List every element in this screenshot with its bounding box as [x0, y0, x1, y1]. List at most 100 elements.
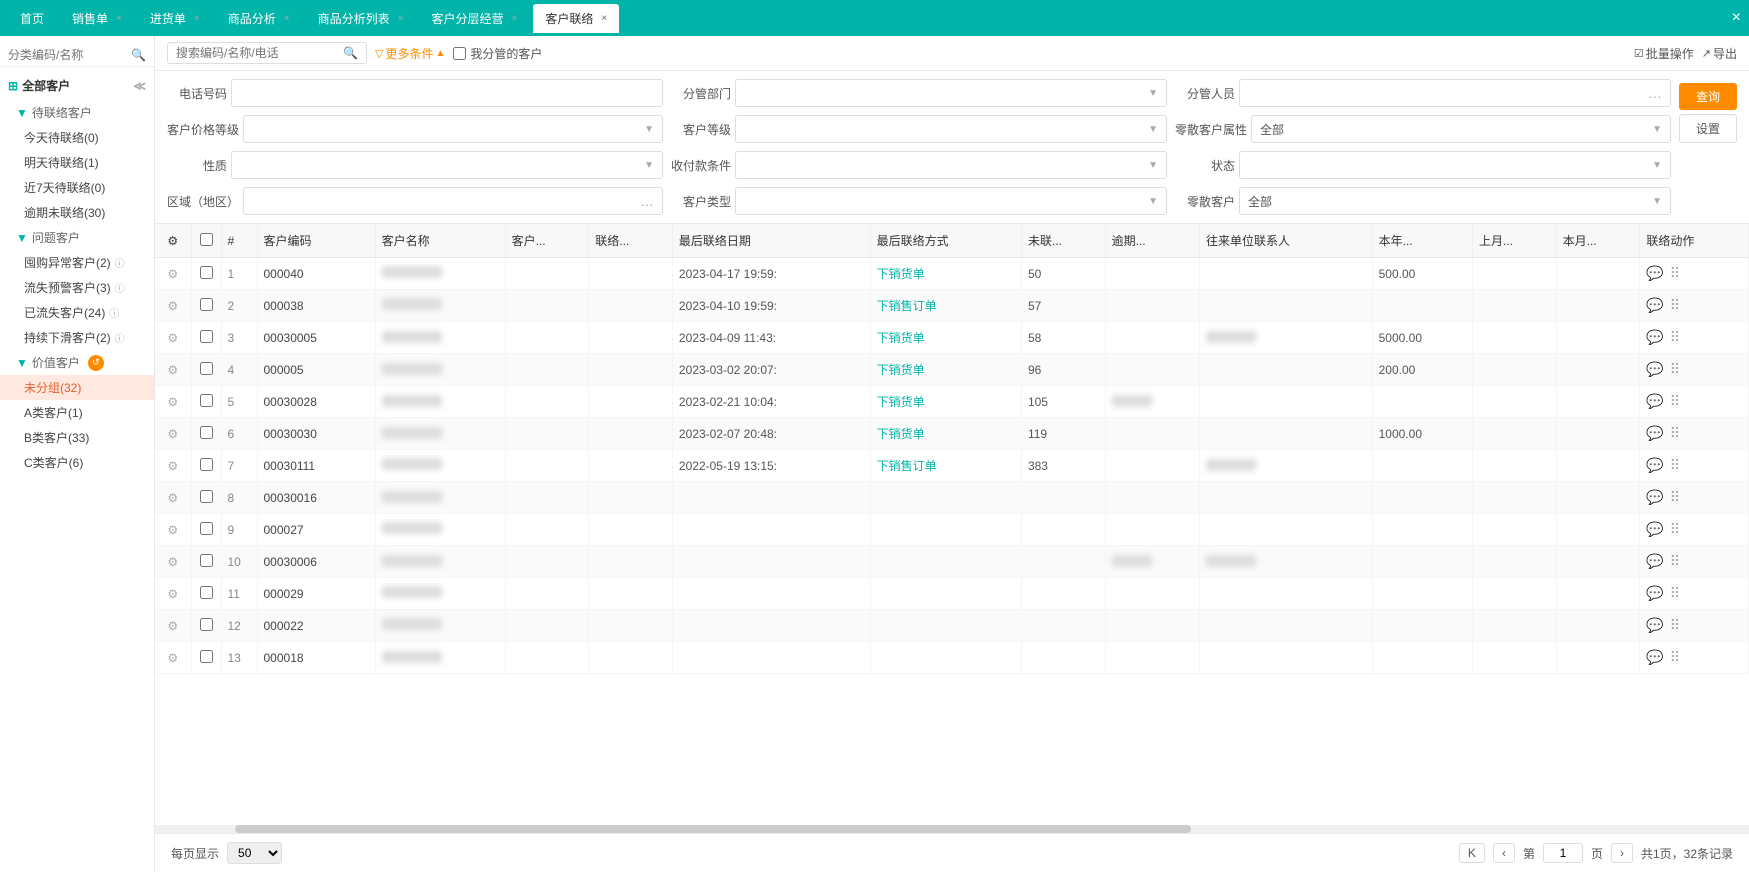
- td-settings[interactable]: ⚙: [155, 418, 191, 450]
- row-checkbox[interactable]: [200, 490, 213, 503]
- td-action[interactable]: 💬 ⠿: [1640, 258, 1749, 290]
- phone-input[interactable]: [231, 79, 663, 107]
- my-customers-checkbox[interactable]: 我分管的客户: [453, 45, 542, 62]
- more-icon[interactable]: ⠿: [1670, 649, 1680, 666]
- search-icon[interactable]: 🔍: [343, 46, 358, 60]
- sidebar-item-b-class[interactable]: B类客户(33): [0, 425, 154, 450]
- td-checkbox[interactable]: [191, 642, 221, 674]
- search-button[interactable]: 查询: [1679, 83, 1737, 110]
- row-checkbox[interactable]: [200, 298, 213, 311]
- contact-icon[interactable]: 💬: [1646, 521, 1663, 538]
- td-action[interactable]: 💬 ⠿: [1640, 578, 1749, 610]
- customer-level-select[interactable]: ▼: [735, 115, 1167, 143]
- sidebar-search-icon[interactable]: 🔍: [131, 48, 146, 62]
- nav-tab-customer-contact[interactable]: 客户联络 ×: [533, 4, 619, 33]
- td-checkbox[interactable]: [191, 354, 221, 386]
- col-type[interactable]: 客户...: [505, 224, 589, 258]
- nav-tab-customer-mgmt[interactable]: 客户分层经营 ×: [419, 4, 529, 33]
- td-action[interactable]: 💬 ⠿: [1640, 450, 1749, 482]
- more-icon[interactable]: ⠿: [1670, 329, 1680, 346]
- contact-way-link[interactable]: 下销货单: [877, 267, 925, 281]
- td-settings[interactable]: ⚙: [155, 354, 191, 386]
- td-last-contact-way[interactable]: 下销货单: [870, 322, 1021, 354]
- contact-icon[interactable]: 💬: [1646, 393, 1663, 410]
- td-checkbox[interactable]: [191, 610, 221, 642]
- col-checkbox[interactable]: [191, 224, 221, 258]
- td-last-contact-way[interactable]: 下销货单: [870, 258, 1021, 290]
- contact-icon[interactable]: 💬: [1646, 617, 1663, 634]
- sidebar-all-customers[interactable]: ⊞ 全部客户 ≪: [0, 71, 154, 100]
- sidebar-item-today[interactable]: 今天待联络(0): [0, 125, 154, 150]
- nav-tab-analysis-list[interactable]: 商品分析列表 ×: [306, 4, 416, 33]
- contact-way-link[interactable]: 下销货单: [877, 395, 925, 409]
- td-last-contact-way[interactable]: [870, 642, 1021, 674]
- dept-select[interactable]: ▼: [735, 79, 1167, 107]
- manager-select[interactable]: …: [1239, 79, 1671, 107]
- close-tab-customer-contact[interactable]: ×: [601, 13, 607, 24]
- customer-type-select[interactable]: ▼: [735, 187, 1167, 215]
- more-icon[interactable]: ⠿: [1670, 393, 1680, 410]
- row-checkbox[interactable]: [200, 362, 213, 375]
- td-checkbox[interactable]: [191, 258, 221, 290]
- horizontal-scrollbar[interactable]: [155, 825, 1749, 833]
- td-checkbox[interactable]: [191, 482, 221, 514]
- td-action[interactable]: 💬 ⠿: [1640, 386, 1749, 418]
- td-checkbox[interactable]: [191, 290, 221, 322]
- td-settings[interactable]: ⚙: [155, 642, 191, 674]
- td-settings[interactable]: ⚙: [155, 610, 191, 642]
- more-icon[interactable]: ⠿: [1670, 521, 1680, 538]
- per-page-select[interactable]: 50 100: [227, 842, 282, 864]
- sidebar-item-ungroup[interactable]: 未分组(32): [0, 375, 154, 400]
- td-checkbox[interactable]: [191, 578, 221, 610]
- td-settings[interactable]: ⚙: [155, 482, 191, 514]
- sidebar-collapse-btn[interactable]: ≪: [133, 79, 146, 93]
- sidebar-item-churned[interactable]: 已流失客户(24) ⓘ: [0, 300, 154, 325]
- td-checkbox[interactable]: [191, 386, 221, 418]
- sidebar-item-a-class[interactable]: A类客户(1): [0, 400, 154, 425]
- filter-search-box[interactable]: 🔍: [167, 42, 367, 64]
- td-checkbox[interactable]: [191, 546, 221, 578]
- sparse-attr-select[interactable]: 全部 ▼: [1251, 115, 1671, 143]
- contact-way-link[interactable]: 下销货单: [877, 331, 925, 345]
- nav-home[interactable]: 首页: [8, 4, 56, 33]
- contact-icon[interactable]: 💬: [1646, 585, 1663, 602]
- td-last-contact-way[interactable]: 下销货单: [870, 386, 1021, 418]
- sidebar-item-overdue-contact[interactable]: 逾期未联络(30): [0, 200, 154, 225]
- td-last-contact-way[interactable]: 下销货单: [870, 354, 1021, 386]
- contact-icon[interactable]: 💬: [1646, 361, 1663, 378]
- select-all-checkbox[interactable]: [200, 233, 213, 246]
- price-level-select[interactable]: ▼: [243, 115, 663, 143]
- row-checkbox[interactable]: [200, 618, 213, 631]
- td-action[interactable]: 💬 ⠿: [1640, 290, 1749, 322]
- more-icon[interactable]: ⠿: [1670, 553, 1680, 570]
- more-icon[interactable]: ⠿: [1670, 425, 1680, 442]
- contact-way-link[interactable]: 下销售订单: [877, 459, 937, 473]
- sidebar-item-7days[interactable]: 近7天待联络(0): [0, 175, 154, 200]
- sidebar-item-tomorrow[interactable]: 明天待联络(1): [0, 150, 154, 175]
- sidebar-item-hoarding[interactable]: 囤购异常客户(2) ⓘ: [0, 250, 154, 275]
- nav-tab-purchase[interactable]: 进货单 ×: [138, 4, 212, 33]
- sparse-select[interactable]: 全部 ▼: [1239, 187, 1671, 215]
- col-this-month[interactable]: 本月...: [1556, 224, 1640, 258]
- td-last-contact-way[interactable]: [870, 578, 1021, 610]
- close-tab-analysis-list[interactable]: ×: [398, 13, 404, 24]
- col-overdue[interactable]: 逾期...: [1105, 224, 1199, 258]
- row-checkbox[interactable]: [200, 426, 213, 439]
- contact-way-link[interactable]: 下销货单: [877, 363, 925, 377]
- td-settings[interactable]: ⚙: [155, 322, 191, 354]
- row-checkbox[interactable]: [200, 330, 213, 343]
- col-last-contact-way[interactable]: 最后联络方式: [870, 224, 1021, 258]
- col-biz-contact[interactable]: 往来单位联系人: [1199, 224, 1372, 258]
- contact-icon[interactable]: 💬: [1646, 425, 1663, 442]
- more-icon[interactable]: ⠿: [1670, 457, 1680, 474]
- contact-way-link[interactable]: 下销货单: [877, 427, 925, 441]
- batch-operation-btn[interactable]: ☑ 批量操作: [1634, 45, 1694, 62]
- td-settings[interactable]: ⚙: [155, 386, 191, 418]
- sidebar-item-c-class[interactable]: C类客户(6): [0, 450, 154, 475]
- sidebar-group-pending[interactable]: ▼ 待联络客户: [0, 100, 154, 125]
- page-number-input[interactable]: [1543, 843, 1583, 863]
- contact-icon[interactable]: 💬: [1646, 457, 1663, 474]
- col-this-year[interactable]: 本年...: [1372, 224, 1472, 258]
- reset-button[interactable]: 设置: [1679, 114, 1737, 143]
- td-action[interactable]: 💬 ⠿: [1640, 546, 1749, 578]
